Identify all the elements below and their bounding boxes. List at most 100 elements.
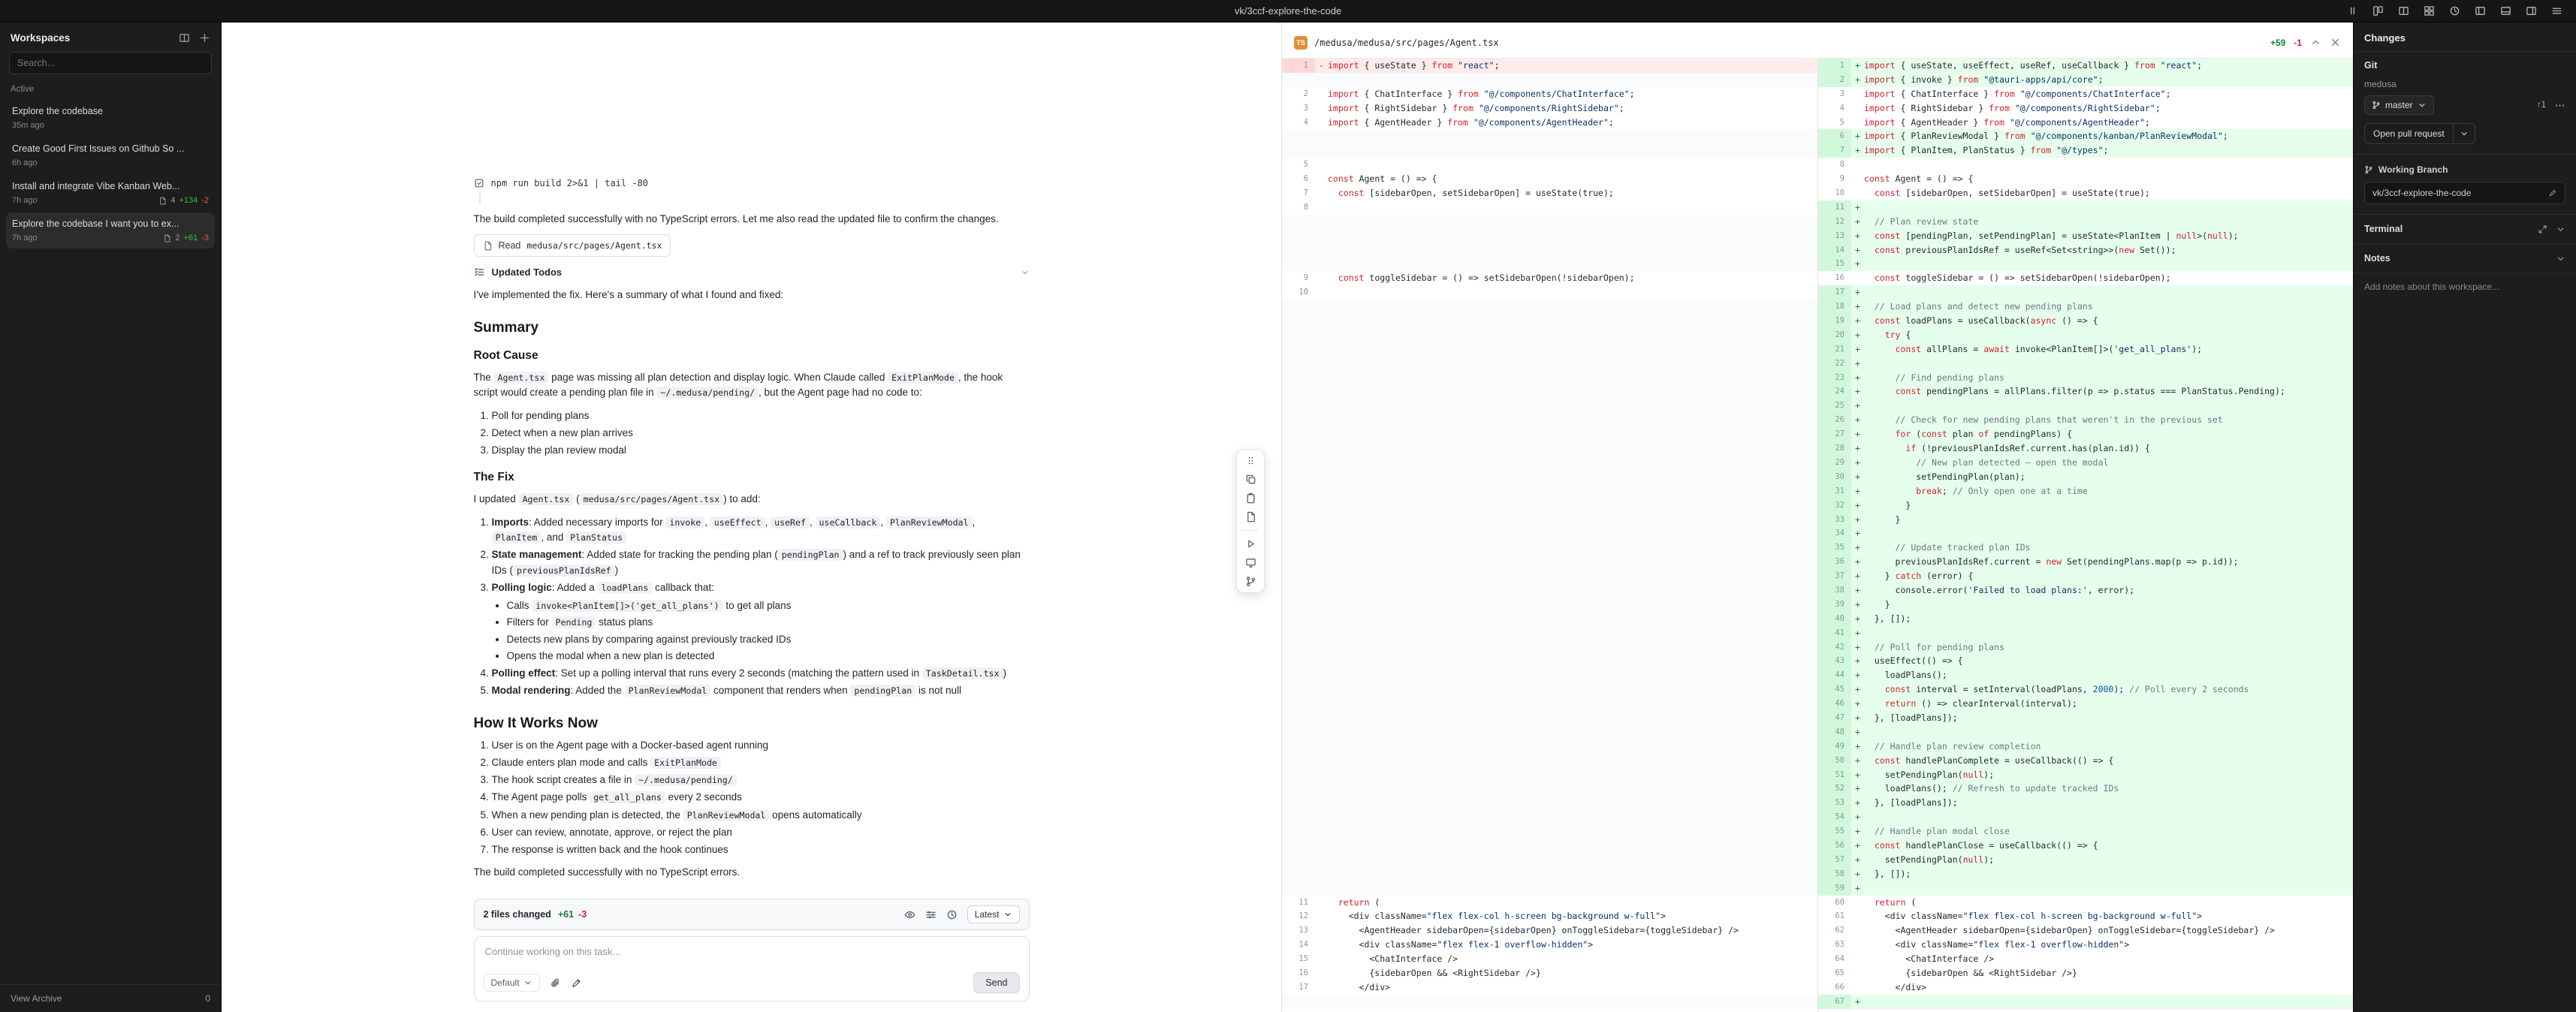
code-text: }, [loadPlans]); xyxy=(1864,796,2353,810)
edit-branch-icon[interactable] xyxy=(2548,188,2557,197)
attach-icon[interactable] xyxy=(550,977,561,989)
diff-sign xyxy=(1315,896,1328,910)
terminal-section-header[interactable]: Terminal xyxy=(2354,215,2576,244)
diff-sign xyxy=(1315,867,1328,881)
diff-line xyxy=(1282,399,1817,413)
open-pr-button[interactable]: Open pull request xyxy=(2364,123,2475,144)
open-pr-chevron[interactable] xyxy=(2453,124,2475,143)
menu-icon[interactable] xyxy=(2551,5,2562,17)
send-button[interactable]: Send xyxy=(973,972,1019,993)
line-number xyxy=(1282,328,1315,342)
diff-line xyxy=(1282,342,1817,357)
expand-icon[interactable] xyxy=(2538,224,2547,234)
chevron-down-icon[interactable] xyxy=(2556,254,2565,264)
diff-line: 50+ const handlePlanComplete = useCallba… xyxy=(1818,754,2353,768)
workspace-item[interactable]: Explore the codebase I want you to ex...… xyxy=(6,212,215,248)
plus-icon[interactable] xyxy=(199,32,210,44)
diff-line: 54+ xyxy=(1818,810,2353,824)
close-diff-icon[interactable] xyxy=(2330,37,2341,48)
history-icon[interactable] xyxy=(2449,5,2460,17)
diff-sign xyxy=(1315,215,1328,229)
line-number: 40 xyxy=(1818,612,1851,626)
code-text: // Poll for pending plans xyxy=(1864,640,2353,655)
history-icon[interactable] xyxy=(946,909,958,920)
branch-selector[interactable]: master xyxy=(2364,95,2434,115)
panel-bottom-icon[interactable] xyxy=(2500,5,2511,17)
diff-line: 6+import { PlanReviewModal } from "@/com… xyxy=(1818,129,2353,143)
code-text: } xyxy=(1864,598,2353,612)
message-input[interactable]: Continue working on this task... xyxy=(484,945,1020,972)
pause-icon[interactable] xyxy=(2347,5,2358,17)
diff-line xyxy=(1282,357,1817,371)
diff-line: 5import { AgentHeader } from "@/componen… xyxy=(1818,116,2353,130)
workspaces-sidebar: Workspaces Active Explore the codebase35… xyxy=(0,23,222,1012)
latest-dropdown[interactable]: Latest xyxy=(967,905,1020,923)
code-text: for (const plan of pendingPlans) { xyxy=(1864,427,2353,441)
diff-sign: + xyxy=(1851,739,1864,754)
todos-collapsible[interactable]: Updated Todos xyxy=(474,267,1030,278)
diff-line: 39+ } xyxy=(1818,598,2353,612)
clipboard-icon[interactable] xyxy=(1245,492,1256,504)
inline-code: ExitPlanMode xyxy=(650,757,721,769)
diff-line xyxy=(1282,314,1817,328)
notes-input[interactable]: Add notes about this workspace... xyxy=(2354,273,2576,300)
tool-call-chip[interactable]: Readmedusa/src/pages/Agent.tsx xyxy=(474,234,671,257)
diff-line xyxy=(1282,513,1817,527)
view-archive-link[interactable]: View Archive xyxy=(11,993,62,1004)
grip-icon[interactable] xyxy=(1245,455,1256,466)
code-text xyxy=(1328,328,1817,342)
diff-line xyxy=(1282,243,1817,258)
workspace-item[interactable]: Explore the codebase35m ago xyxy=(6,100,215,136)
line-number: 61 xyxy=(1818,909,1851,923)
diff-sign: + xyxy=(1851,824,1864,839)
line-number: 20 xyxy=(1818,328,1851,342)
columns-icon[interactable] xyxy=(179,32,190,44)
diff-line: 2import { ChatInterface } from "@/compon… xyxy=(1282,87,1817,101)
code-text xyxy=(1328,441,1817,456)
monitor-icon[interactable] xyxy=(1245,557,1256,568)
workspace-item[interactable]: Install and integrate Vibe Kanban Web...… xyxy=(6,175,215,211)
edit-message-icon[interactable] xyxy=(571,977,582,989)
diff-line xyxy=(1282,143,1817,158)
notes-section-header[interactable]: Notes xyxy=(2354,244,2576,273)
chevron-down-icon[interactable] xyxy=(2556,224,2565,234)
line-number: 32 xyxy=(1818,498,1851,513)
sliders-icon[interactable] xyxy=(925,909,937,920)
more-options-icon[interactable] xyxy=(2554,100,2565,111)
chevron-down-icon[interactable] xyxy=(1021,268,1030,277)
columns-icon[interactable] xyxy=(2398,5,2409,17)
panel-right-icon[interactable] xyxy=(2526,5,2537,17)
line-number xyxy=(1282,739,1315,754)
conversation-scroll-area[interactable]: npm run build 2>&1 | tail -80The build c… xyxy=(222,23,1281,899)
line-number xyxy=(1282,995,1315,1009)
branch-icon[interactable] xyxy=(1245,576,1256,587)
diff-sign: + xyxy=(1851,399,1864,413)
diff-sign: + xyxy=(1851,569,1864,583)
assistant-paragraph: The Agent.tsx page was missing all plan … xyxy=(474,370,1030,401)
line-number xyxy=(1282,796,1315,810)
diff-sign: + xyxy=(1851,498,1864,513)
inline-code: invoke xyxy=(665,517,704,529)
line-number: 14 xyxy=(1282,938,1315,952)
model-selector[interactable]: Default xyxy=(484,974,540,992)
layout-grid-icon[interactable] xyxy=(2424,5,2435,17)
eye-icon[interactable] xyxy=(904,909,915,920)
search-input[interactable] xyxy=(9,52,212,74)
files-changed-bar[interactable]: 2 files changed +61 -3 Latest xyxy=(474,899,1030,930)
line-number xyxy=(1282,640,1315,655)
diff-line xyxy=(1282,739,1817,754)
code-text xyxy=(1328,314,1817,328)
collapse-diff-icon[interactable] xyxy=(2310,37,2321,48)
line-number: 6 xyxy=(1818,129,1851,143)
workspace-item[interactable]: Create Good First Issues on Github So ..… xyxy=(6,137,215,173)
kanban-icon[interactable] xyxy=(2372,5,2384,17)
file-icon[interactable] xyxy=(1245,511,1256,523)
diff-line: 7+import { PlanItem, PlanStatus } from "… xyxy=(1818,143,2353,158)
working-branch-input[interactable]: vk/3ccf-explore-the-code xyxy=(2364,182,2565,204)
panel-left-icon[interactable] xyxy=(2475,5,2486,17)
copy-icon[interactable] xyxy=(1245,474,1256,485)
code-text xyxy=(1328,257,1817,271)
diff-sign xyxy=(1315,668,1328,682)
diff-line: 16 {sidebarOpen && <RightSidebar />} xyxy=(1282,966,1817,980)
play-icon[interactable] xyxy=(1245,538,1256,550)
